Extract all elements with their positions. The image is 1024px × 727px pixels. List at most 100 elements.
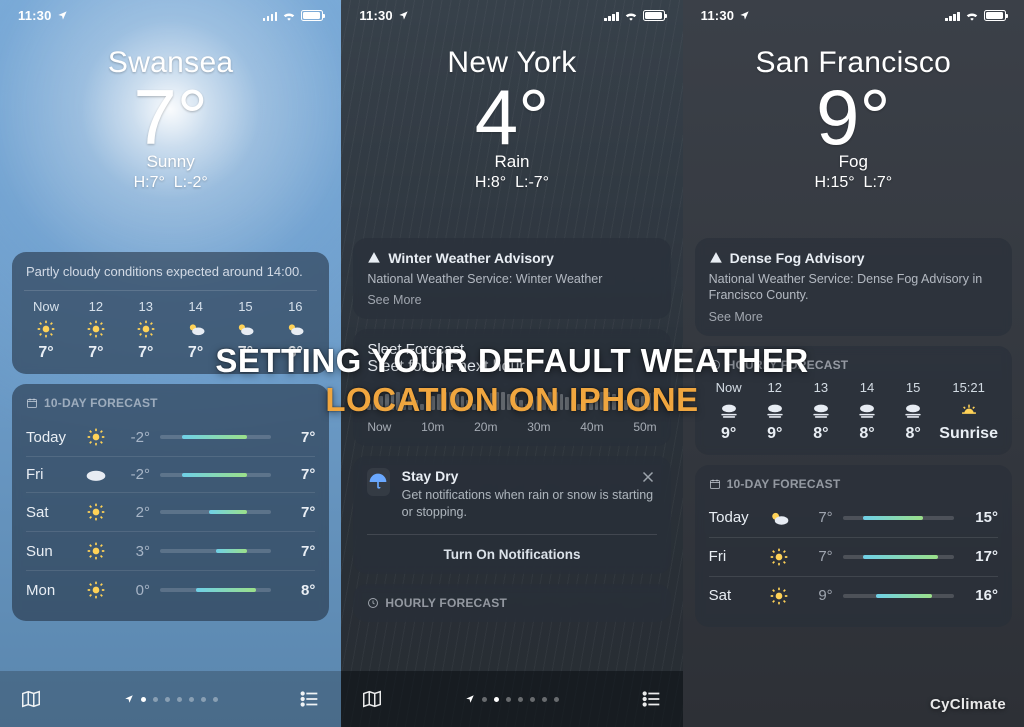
hourly-col[interactable]: 137° [126,299,166,362]
tenday-row[interactable]: Sat9°16° [709,576,998,615]
three-phone-row: 11:30 Swansea 7° Sunny H:7° L:-2° [0,0,1024,727]
sleet-forecast-card[interactable]: Sleet Forecast Sleet for the next hour N… [353,329,670,446]
day-label: Mon [26,582,74,599]
high-temp: H:15° [814,174,854,191]
list-button[interactable] [639,686,665,712]
status-bar: 11:30 [683,8,1024,23]
low-temp: 9° [801,587,833,604]
hourly-col[interactable]: 138° [801,380,841,443]
location-services-icon [398,10,409,21]
current-temperature: 4° [341,78,682,156]
tenday-list[interactable]: Today-2°7°Fri-2°7° Sat 2° 7° Sun3°7° Mon 0° 8° [26,418,315,609]
weather-icon [84,541,108,561]
timeline-mark: Now [367,420,391,434]
wifi-icon [965,11,979,21]
status-bar: 11:30 [341,8,682,23]
weather-icon [136,319,156,339]
forecast-summary: Partly cloudy conditions expected around… [26,264,315,282]
day-label: Today [26,429,74,446]
timeline-mark: 40m [580,420,603,434]
hourly-row[interactable]: Now7°127°137°147°157°166° [26,299,315,362]
clock-icon [709,359,721,371]
hourly-col[interactable]: 15 8° [893,380,933,443]
hourly-time: 15 [906,380,920,395]
high-temp: 17° [964,548,998,565]
tenday-row[interactable]: Fri7°17° [709,537,998,576]
status-time: 11:30 [701,8,735,23]
hourly-col[interactable]: 127° [76,299,116,362]
condition-label: Fog [683,152,1024,172]
hourly-col[interactable]: 129° [755,380,795,443]
hourly-col[interactable]: 157° [225,299,265,362]
cards-stack: Winter Weather Advisory National Weather… [353,238,670,622]
temp-range-bar [160,510,271,514]
tenday-row[interactable]: Sat 2° 7° [26,492,315,531]
high-low: H:8° L:-7° [341,174,682,192]
low-temp: L:7° [864,174,893,191]
weather-icon [235,319,255,339]
cell-signal-icon [945,11,960,21]
hourly-value: 6° [288,344,303,362]
tenday-row[interactable]: Today-2°7° [26,418,315,456]
tenday-row[interactable]: Fri-2°7° [26,456,315,492]
high-temp: H:8° [475,174,506,191]
bottom-nav [0,671,341,727]
hourly-col[interactable]: Now7° [26,299,66,362]
hourly-col[interactable]: 15:21Sunrise [939,380,998,443]
tenday-row[interactable]: Sun3°7° [26,531,315,570]
hourly-value: 8° [906,425,921,443]
temp-range-bar [160,588,271,592]
close-button[interactable] [639,468,657,486]
condition-label: Sunny [0,152,341,172]
hourly-value: 9° [721,425,736,443]
cards-stack: Partly cloudy conditions expected around… [12,252,329,621]
hourly-time: 12 [89,299,103,314]
weather-icon [959,400,979,420]
hourly-col[interactable]: 147° [176,299,216,362]
current-weather-hero: Swansea 7° Sunny H:7° L:-2° [0,0,341,192]
hourly-row[interactable]: Now9°129°138°148° 15 8° 15:21Sunrise [709,380,998,443]
wifi-icon [282,11,296,21]
hourly-forecast-card[interactable]: Partly cloudy conditions expected around… [12,252,329,374]
high-temp: 15° [964,509,998,526]
weather-icon [767,508,791,528]
tenday-forecast-card[interactable]: 10-DAY FORECAST Today-2°7°Fri-2°7°Sat2°7… [12,384,329,621]
high-temp: 7° [281,429,315,446]
weather-icon [84,467,108,483]
high-temp: 8° [281,582,315,599]
hourly-col[interactable]: 148° [847,380,887,443]
hourly-forecast-card[interactable]: HOURLY FORECAST Now9°129°138°148°158°15:… [695,346,1012,455]
hourly-col[interactable]: 166° [275,299,315,362]
page-dots[interactable] [124,694,218,704]
low-temp: 0° [118,582,150,599]
weather-icon [36,319,56,339]
map-button[interactable] [18,686,44,712]
advisory-see-more[interactable]: See More [709,310,998,324]
list-button[interactable] [297,686,323,712]
hourly-col[interactable]: Now9° [709,380,749,443]
stay-dry-card[interactable]: Stay Dry Get notifications when rain or … [353,456,670,574]
hourly-value: 7° [188,344,203,362]
timeline-mark: 10m [421,420,444,434]
tenday-forecast-card[interactable]: 10-DAY FORECAST Today7°15°Fri7°17°Sat9°1… [695,465,1012,627]
weather-advisory-card[interactable]: Winter Weather Advisory National Weather… [353,238,670,319]
turn-on-notifications-button[interactable]: Turn On Notifications [367,534,656,562]
weather-advisory-card[interactable]: Dense Fog Advisory National Weather Serv… [695,238,1012,336]
low-temp: 3° [118,543,150,560]
advisory-see-more[interactable]: See More [367,293,656,307]
tenday-row[interactable]: Mon 0° 8° [26,570,315,609]
phone-swansea: 11:30 Swansea 7° Sunny H:7° L:-2° [0,0,341,727]
day-label: Sat [26,504,74,521]
high-temp: H:7° [134,174,165,191]
page-dots[interactable] [465,694,559,704]
map-button[interactable] [359,686,385,712]
tenday-row[interactable]: Today7°15° [709,499,998,537]
hourly-forecast-card[interactable]: HOURLY FORECAST [353,584,670,622]
temp-range-bar [843,555,954,559]
high-temp: 16° [964,587,998,604]
watermark: CyClimate [930,696,1006,713]
tenday-list[interactable]: Today7°15°Fri7°17°Sat9°16° [709,499,998,615]
current-temperature: 9° [683,78,1024,156]
high-temp: 7° [281,504,315,521]
low-temp: 2° [118,504,150,521]
